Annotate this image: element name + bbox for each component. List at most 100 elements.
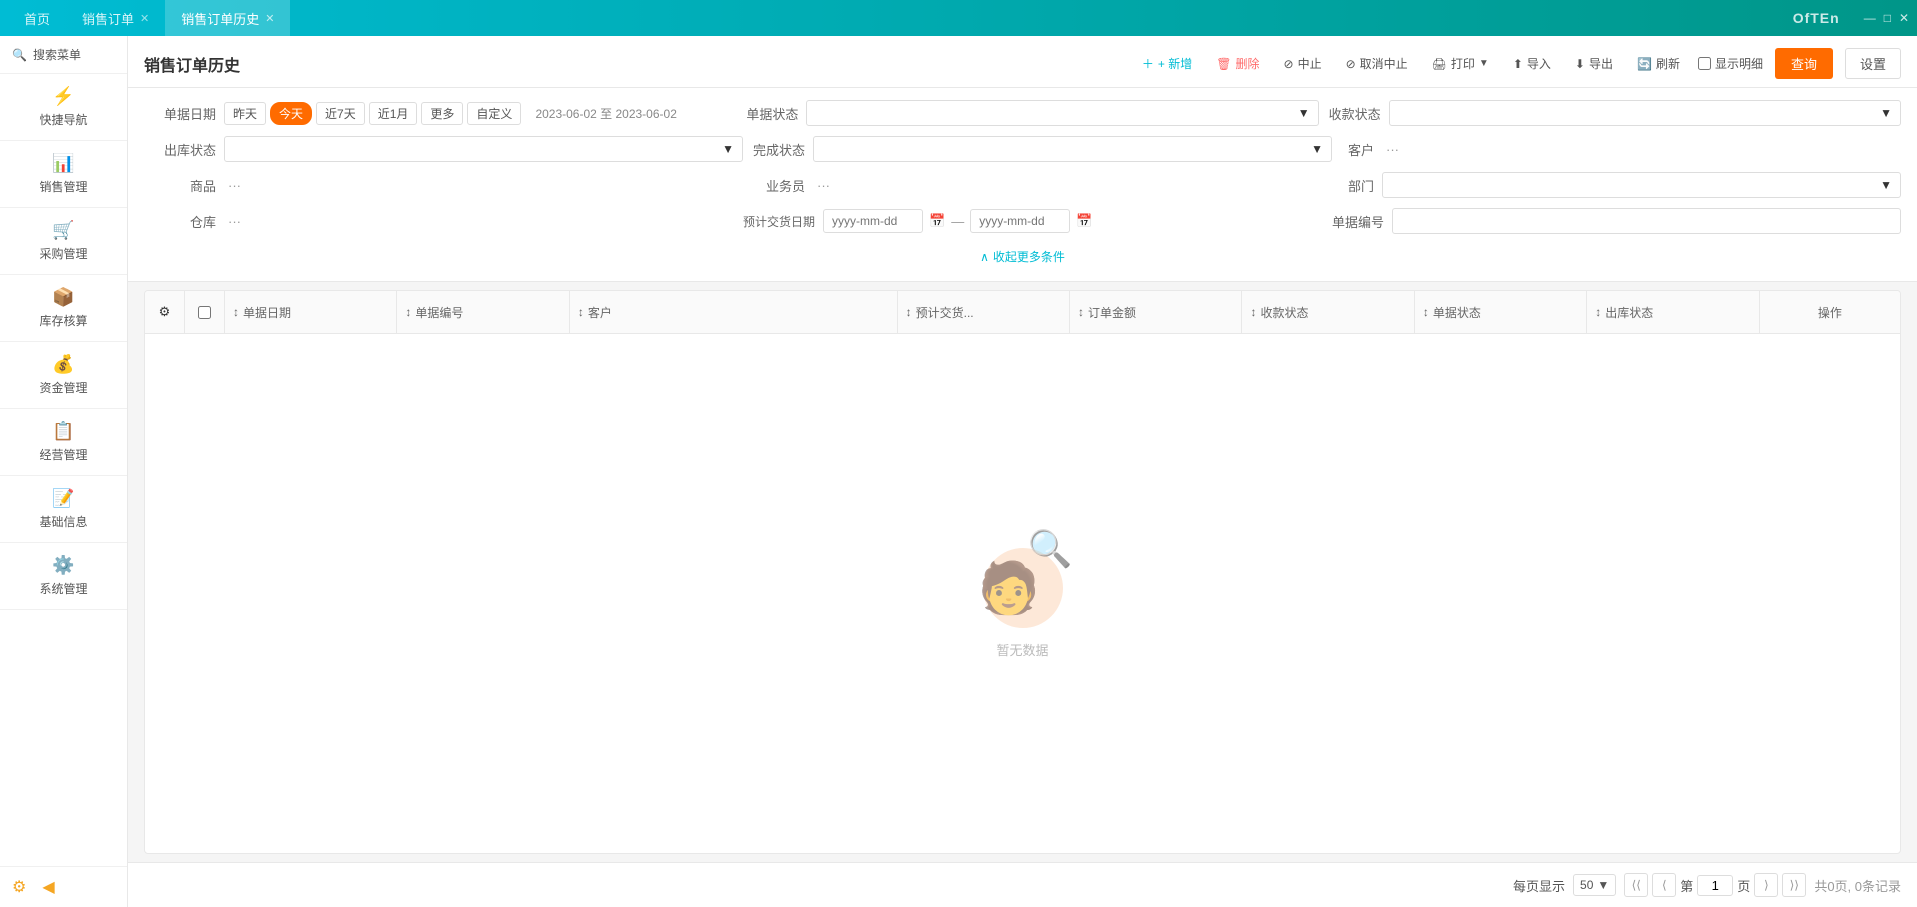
tab-list: 首页 销售订单 ✕ 销售订单历史 ✕ <box>8 0 290 36</box>
collapse-filter-btn[interactable]: ∧ 收起更多条件 <box>144 244 1901 269</box>
th-payment[interactable]: ↕ 收款状态 <box>1242 291 1414 333</box>
order-no-input[interactable] <box>1392 208 1901 234</box>
per-page-value: 50 <box>1580 878 1593 892</box>
sidebar-item-fund-mgmt[interactable]: 💰 资金管理 <box>0 342 127 409</box>
close-window-btn[interactable]: ✕ <box>1899 11 1909 25</box>
tab-sales-order-history[interactable]: 销售订单历史 ✕ <box>165 0 290 36</box>
sidebar-item-purchase-mgmt[interactable]: 🛒 采购管理 <box>0 208 127 275</box>
delivery-date-to-input[interactable] <box>970 209 1070 233</box>
print-button[interactable]: 🖨 打印 ▼ <box>1426 51 1495 76</box>
customer-filter-dots[interactable]: ··· <box>1382 142 1403 157</box>
outbound-filter-select[interactable]: ▼ <box>224 136 743 162</box>
delivery-date-filter-wrap: 📅 — 📅 <box>823 209 1332 233</box>
query-button[interactable]: 查询 <box>1775 48 1833 79</box>
delivery-date-label: 预计交货日期 <box>733 213 823 230</box>
salesperson-filter-dots[interactable]: ··· <box>813 178 834 193</box>
date-btn-custom[interactable]: 自定义 <box>467 102 521 125</box>
payment-status-filter-select[interactable]: ▼ <box>1389 100 1901 126</box>
add-icon: ＋ <box>1142 55 1154 72</box>
th-amount-text: 订单金额 <box>1088 304 1136 321</box>
show-detail-checkbox[interactable] <box>1698 57 1711 70</box>
th-delivery[interactable]: ↕ 预计交货... <box>898 291 1070 333</box>
export-button[interactable]: ⬇ 导出 <box>1569 51 1619 76</box>
fund-mgmt-icon: 💰 <box>52 354 74 375</box>
date-btn-yesterday[interactable]: 昨天 <box>224 102 266 125</box>
th-customer-sort: ↕ <box>578 305 584 319</box>
dept-filter-select[interactable]: ▼ <box>1382 172 1901 198</box>
th-delivery-text: 预计交货... <box>916 304 974 321</box>
th-date[interactable]: ↕ 单据日期 <box>225 291 397 333</box>
date-filter-label: 单据日期 <box>144 104 224 123</box>
date-btn-7days[interactable]: 近7天 <box>316 102 365 125</box>
dept-filter-wrap: ▼ <box>1382 172 1901 198</box>
th-customer[interactable]: ↕ 客户 <box>570 291 898 333</box>
check-all-checkbox[interactable] <box>198 306 211 319</box>
th-date-label: ↕ <box>233 305 239 319</box>
sidebar-item-search-menu[interactable]: 🔍 搜索菜单 <box>0 36 127 74</box>
tab-sales-order-close[interactable]: ✕ <box>140 12 149 25</box>
delivery-date-to-cal-icon[interactable]: 📅 <box>1076 213 1092 229</box>
sidebar-collapse-icon[interactable]: ◀ <box>42 877 54 897</box>
refresh-button[interactable]: 🔄 刷新 <box>1631 51 1686 76</box>
tab-sales-order-history-close[interactable]: ✕ <box>265 12 274 25</box>
delivery-date-from-input[interactable] <box>823 209 923 233</box>
show-detail-checkbox-label[interactable]: 显示明细 <box>1698 55 1763 72</box>
table-check-all[interactable] <box>185 291 225 333</box>
status-filter-select[interactable]: ▼ <box>806 100 1318 126</box>
sidebar-item-inventory-calc[interactable]: 📦 库存核算 <box>0 275 127 342</box>
fund-mgmt-label: 资金管理 <box>39 379 87 396</box>
dept-label: 部门 <box>1332 176 1382 195</box>
date-btn-more[interactable]: 更多 <box>421 102 463 125</box>
th-payment-text: 收款状态 <box>1260 304 1308 321</box>
sidebar-bottom: ⚙ ◀ <box>0 866 127 907</box>
system-mgmt-icon: ⚙️ <box>52 555 74 576</box>
product-filter-dots[interactable]: ··· <box>224 178 245 193</box>
product-filter-wrap: ··· <box>224 178 743 193</box>
table-settings-icon[interactable]: ⚙ <box>145 291 185 333</box>
stop-button[interactable]: ⊘ 中止 <box>1278 51 1328 76</box>
first-page-btn[interactable]: ⟨⟨ <box>1624 873 1648 897</box>
product-label: 商品 <box>144 176 224 195</box>
th-no[interactable]: ↕ 单据编号 <box>397 291 569 333</box>
per-page-select[interactable]: 50 ▼ <box>1573 874 1616 896</box>
sidebar-item-ops-mgmt[interactable]: 📋 经营管理 <box>0 409 127 476</box>
page-unit: 页 <box>1737 876 1750 895</box>
date-btn-1month[interactable]: 近1月 <box>369 102 418 125</box>
prev-page-btn[interactable]: ⟨ <box>1652 873 1676 897</box>
tab-home[interactable]: 首页 <box>8 0 66 36</box>
delete-button[interactable]: 🗑 删除 <box>1210 51 1265 76</box>
sidebar-settings-icon[interactable]: ⚙ <box>12 877 26 897</box>
th-amount[interactable]: ↕ 订单金额 <box>1070 291 1242 333</box>
warehouse-filter-dots[interactable]: ··· <box>224 214 245 229</box>
add-button[interactable]: ＋ + 新增 <box>1136 51 1198 76</box>
sidebar-item-sales-mgmt[interactable]: 📊 销售管理 <box>0 141 127 208</box>
filter-row-3: 商品 ··· 业务员 ··· 部门 ▼ <box>144 172 1901 198</box>
complete-filter-select[interactable]: ▼ <box>813 136 1332 162</box>
restore-btn[interactable]: □ <box>1884 11 1891 25</box>
window-controls: OfTEn — □ ✕ <box>1793 10 1909 26</box>
import-icon: ⬆ <box>1513 57 1523 71</box>
th-status[interactable]: ↕ 单据状态 <box>1415 291 1587 333</box>
th-outbound[interactable]: ↕ 出库状态 <box>1587 291 1759 333</box>
table-area: ⚙ ↕ 单据日期 ↕ 单据编号 ↕ 客户 ↕ 预计交货. <box>144 290 1901 854</box>
sidebar-item-basic-info[interactable]: 📝 基础信息 <box>0 476 127 543</box>
tab-sales-order[interactable]: 销售订单 ✕ <box>66 0 165 36</box>
minimize-btn[interactable]: — <box>1864 11 1876 25</box>
sidebar-item-quick-nav[interactable]: ⚡ 快捷导航 <box>0 74 127 141</box>
settings-button[interactable]: 设置 <box>1845 48 1901 79</box>
date-btn-today[interactable]: 今天 <box>270 102 312 125</box>
sidebar-item-system-mgmt[interactable]: ⚙️ 系统管理 <box>0 543 127 610</box>
last-page-btn[interactable]: ⟩⟩ <box>1782 873 1806 897</box>
date-filter-value: 昨天 今天 近7天 近1月 更多 自定义 2023-06-02 至 2023-0… <box>224 102 736 125</box>
inventory-calc-icon: 📦 <box>52 287 74 308</box>
delivery-date-from-cal-icon[interactable]: 📅 <box>929 213 945 229</box>
cancel-stop-button[interactable]: ⊘ 取消中止 <box>1340 51 1414 76</box>
th-no-text: 单据编号 <box>415 304 463 321</box>
warehouse-filter-wrap: ··· <box>224 214 733 229</box>
page-input[interactable] <box>1697 875 1733 896</box>
import-button[interactable]: ⬆ 导入 <box>1507 51 1557 76</box>
next-page-btn[interactable]: ⟩ <box>1754 873 1778 897</box>
cancel-stop-label: 取消中止 <box>1360 55 1408 72</box>
collapse-label: 收起更多条件 <box>993 248 1065 265</box>
filter-row-2: 出库状态 ▼ 完成状态 ▼ 客户 ··· <box>144 136 1901 162</box>
